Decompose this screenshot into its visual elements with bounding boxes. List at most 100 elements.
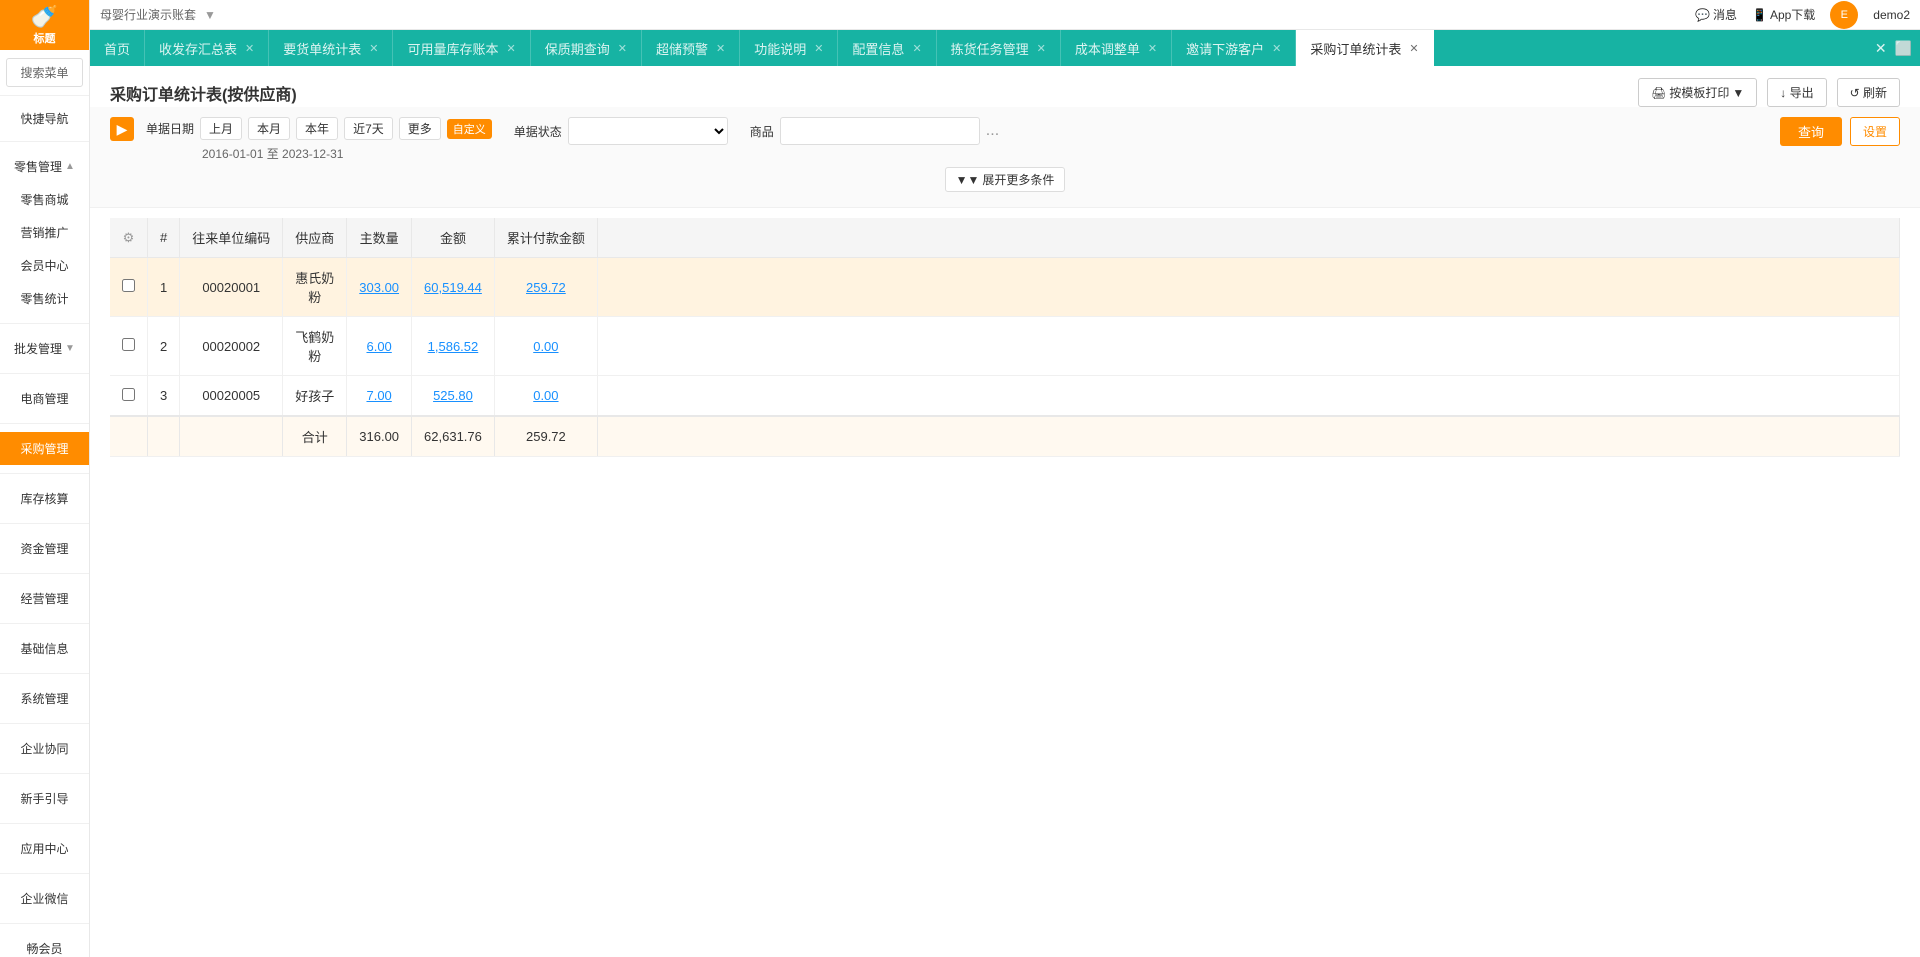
status-select[interactable] — [568, 117, 728, 145]
date-btn-more[interactable]: 更多 — [399, 117, 441, 140]
tab-close-icon[interactable]: ✕ — [1148, 42, 1157, 55]
tab-close-icon[interactable]: ✕ — [245, 42, 254, 55]
sidebar-item-operation[interactable]: 经营管理 — [0, 582, 89, 615]
message-icon: 💬 — [1695, 8, 1710, 22]
expand-more-button[interactable]: ▼▼ 展开更多条件 — [945, 167, 1066, 192]
sidebar-item-wholesale[interactable]: 批发管理 ▼ — [0, 332, 89, 365]
query-button[interactable]: 查询 — [1780, 117, 1842, 146]
custom-date-tag[interactable]: 自定义 — [447, 119, 492, 139]
tab-close-icon[interactable]: ✕ — [716, 42, 725, 55]
print-icon: 🖨 — [1651, 86, 1666, 100]
td-paid-amount[interactable]: 0.00 — [494, 376, 597, 417]
settings-icon[interactable]: ⚙ — [123, 230, 135, 245]
date-btn-this-month[interactable]: 本月 — [248, 117, 290, 140]
quicknav-button[interactable]: 快捷导航 — [6, 104, 83, 133]
app-download-button[interactable]: 📱 App下载 — [1752, 6, 1815, 23]
td-checkbox[interactable] — [110, 258, 148, 317]
page-content: 采购订单统计表(按供应商) 🖨 按模板打印 ▼ ↓ 导出 ↺ 刷新 — [90, 66, 1920, 957]
td-checkbox[interactable] — [110, 376, 148, 417]
sidebar-item-purchase[interactable]: 采购管理 — [0, 432, 89, 465]
sidebar-item-ecommerce[interactable]: 电商管理 — [0, 382, 89, 415]
sidebar-item-retail-stat[interactable]: 零售统计 — [0, 282, 89, 315]
username[interactable]: demo2 — [1873, 8, 1910, 22]
app-label: App下载 — [1770, 6, 1815, 23]
user-avatar[interactable]: E — [1830, 1, 1858, 29]
main-container: 母婴行业演示账套 ▼ 💬 消息 📱 App下载 E demo2 首页 收发存汇总… — [90, 0, 1920, 957]
th-rownum: # — [148, 218, 180, 258]
date-btn-this-year[interactable]: 本年 — [296, 117, 338, 140]
sidebar-item-system[interactable]: 系统管理 — [0, 682, 89, 715]
sidebar-item-basic[interactable]: 基础信息 — [0, 632, 89, 665]
tab-available-inventory[interactable]: 可用量库存账本 ✕ — [393, 30, 530, 66]
td-main-qty[interactable]: 7.00 — [347, 376, 412, 417]
tab-home[interactable]: 首页 — [90, 30, 145, 66]
sidebar-item-enterprise[interactable]: 企业协同 — [0, 732, 89, 765]
filter-toggle-button[interactable]: ▶ — [110, 117, 134, 141]
sidebar-item-weixin[interactable]: 企业微信 — [0, 882, 89, 915]
retail-expand-icon: ▲ — [65, 161, 75, 172]
message-button[interactable]: 💬 消息 — [1695, 6, 1737, 23]
search-menu-button[interactable]: 搜索菜单 — [6, 58, 83, 87]
sidebar-item-inventory[interactable]: 库存核算 — [0, 482, 89, 515]
td-main-qty[interactable]: 303.00 — [347, 258, 412, 317]
tab-purchase-summary[interactable]: 采购订单统计表 ✕ — [1296, 30, 1433, 66]
date-btn-7days[interactable]: 近7天 — [344, 117, 393, 140]
export-button[interactable]: ↓ 导出 — [1767, 78, 1826, 107]
tab-receive-summary[interactable]: 收发存汇总表 ✕ — [145, 30, 269, 66]
tab-close-icon[interactable]: ✕ — [369, 42, 378, 55]
sidebar-item-newguide[interactable]: 新手引导 — [0, 782, 89, 815]
tab-close-icon[interactable]: ✕ — [618, 42, 627, 55]
td-amount[interactable]: 60,519.44 — [412, 258, 495, 317]
row-checkbox[interactable] — [122, 388, 135, 401]
table-header: ⚙ # 往来单位编码 供应商 主数量 金额 累计付款金额 — [110, 218, 1900, 258]
tab-close-icon[interactable]: ✕ — [1037, 42, 1046, 55]
tab-close-icon[interactable]: ✕ — [1272, 42, 1281, 55]
tab-overstock-warning[interactable]: 超储预警 ✕ — [642, 30, 740, 66]
tab-pick-task[interactable]: 拣货任务管理 ✕ — [937, 30, 1061, 66]
enterprise-section: 企业协同 — [0, 724, 89, 774]
tab-close-icon[interactable]: ✕ — [912, 42, 921, 55]
operation-section: 经营管理 — [0, 574, 89, 624]
goods-input[interactable] — [780, 117, 980, 145]
tab-close-icon[interactable]: ✕ — [507, 42, 516, 55]
td-rownum: 3 — [148, 376, 180, 417]
sidebar-item-retail-shop[interactable]: 零售商城 — [0, 183, 89, 216]
tab-config-info[interactable]: 配置信息 ✕ — [838, 30, 936, 66]
tab-close-window-button[interactable]: ✕ — [1875, 40, 1887, 57]
tab-maximize-button[interactable]: ⬜ — [1895, 40, 1912, 57]
setting-button[interactable]: 设置 — [1850, 117, 1900, 146]
tab-invite-customer[interactable]: 邀请下游客户 ✕ — [1172, 30, 1296, 66]
td-amount[interactable]: 1,586.52 — [412, 317, 495, 376]
breadcrumb: 母婴行业演示账套 — [100, 6, 196, 23]
tab-order-summary[interactable]: 要货单统计表 ✕ — [269, 30, 393, 66]
tab-warranty-query[interactable]: 保质期查询 ✕ — [531, 30, 642, 66]
td-paid-amount[interactable]: 259.72 — [494, 258, 597, 317]
print-button[interactable]: 🖨 按模板打印 ▼ — [1638, 78, 1757, 107]
sidebar-item-retail[interactable]: 零售管理 ▲ — [0, 150, 89, 183]
sidebar-item-finance[interactable]: 资金管理 — [0, 532, 89, 565]
td-main-qty[interactable]: 6.00 — [347, 317, 412, 376]
date-btn-last-month[interactable]: 上月 — [200, 117, 242, 140]
refresh-button[interactable]: ↺ 刷新 — [1837, 78, 1900, 107]
th-settings[interactable]: ⚙ — [110, 218, 148, 258]
sidebar-item-vip[interactable]: 畅会员 — [0, 932, 89, 957]
td-extra — [597, 258, 1899, 317]
td-amount[interactable]: 525.80 — [412, 376, 495, 417]
more-options-dots[interactable]: ... — [986, 122, 999, 140]
tab-label: 保质期查询 — [545, 39, 610, 58]
tab-close-icon[interactable]: ✕ — [1409, 42, 1418, 55]
row-checkbox[interactable] — [122, 279, 135, 292]
td-checkbox[interactable] — [110, 317, 148, 376]
sidebar-item-appcenter[interactable]: 应用中心 — [0, 832, 89, 865]
sidebar-item-marketing[interactable]: 营销推广 — [0, 216, 89, 249]
tab-function-desc[interactable]: 功能说明 ✕ — [740, 30, 838, 66]
tab-cost-adjust[interactable]: 成本调整单 ✕ — [1061, 30, 1172, 66]
tab-close-icon[interactable]: ✕ — [814, 42, 823, 55]
td-paid-amount[interactable]: 0.00 — [494, 317, 597, 376]
goods-label: 商品 — [750, 123, 774, 140]
retail-section: 零售管理 ▲ 零售商城 营销推广 会员中心 零售统计 — [0, 142, 89, 324]
wholesale-section: 批发管理 ▼ — [0, 324, 89, 374]
row-checkbox[interactable] — [122, 338, 135, 351]
export-icon: ↓ — [1780, 86, 1786, 100]
sidebar-item-member[interactable]: 会员中心 — [0, 249, 89, 282]
